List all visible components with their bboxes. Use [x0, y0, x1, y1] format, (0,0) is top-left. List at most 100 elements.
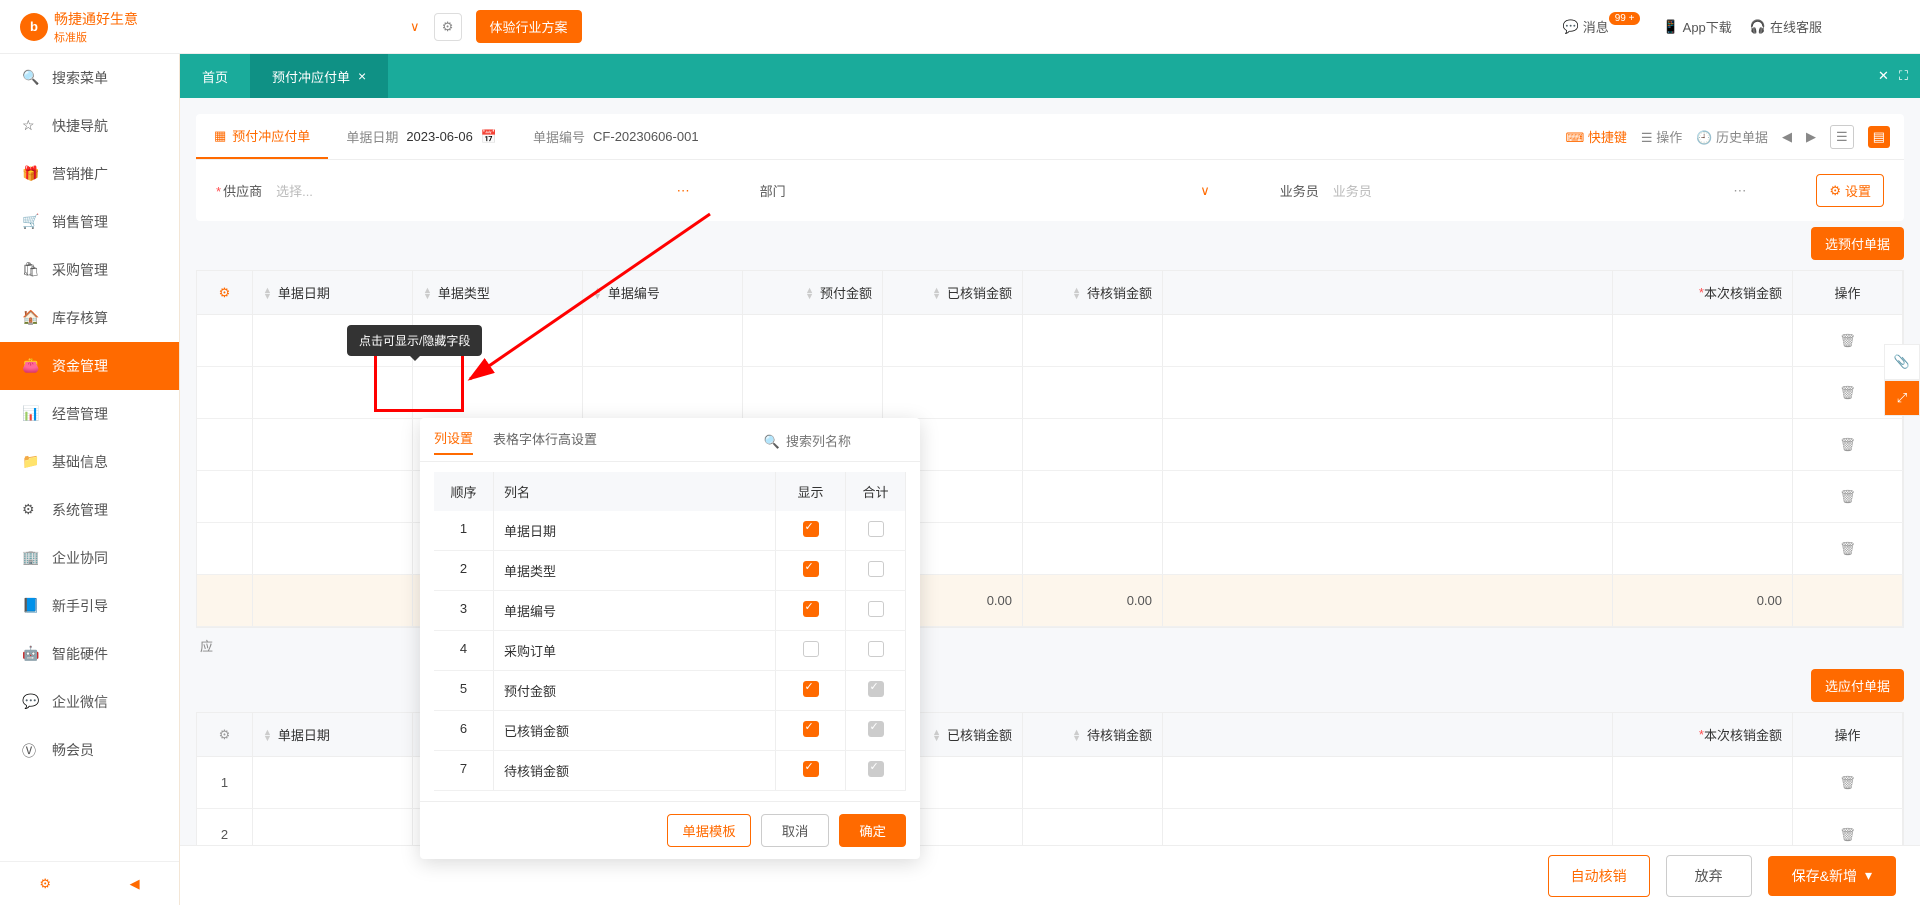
brand-sub: 标准版 [54, 29, 138, 45]
column-search-input[interactable] [786, 434, 906, 449]
sort-icon[interactable]: ▲▼ [263, 729, 272, 741]
show-checkbox[interactable] [803, 601, 819, 617]
view-detail-icon[interactable]: ▤ [1868, 126, 1890, 148]
sum-checkbox [868, 721, 884, 737]
sort-icon[interactable]: ▲▼ [805, 287, 814, 299]
sidebar-item-wechat[interactable]: 💬企业微信 [0, 678, 179, 726]
column-settings-button-2[interactable]: ⚙ [197, 713, 253, 756]
calendar-icon[interactable]: 📅 [481, 129, 497, 145]
sort-icon[interactable]: ▲▼ [1072, 729, 1081, 741]
sum-checkbox[interactable] [868, 601, 884, 617]
next-icon[interactable]: ▶ [1806, 129, 1816, 145]
sort-icon[interactable]: ▲▼ [932, 287, 941, 299]
sidebar-item-guide[interactable]: 📘新手引导 [0, 582, 179, 630]
delete-icon[interactable]: 🗑 [1839, 541, 1856, 557]
sidebar-item-sales[interactable]: 🛒销售管理 [0, 198, 179, 246]
sidebar-item-hardware[interactable]: 🤖智能硬件 [0, 630, 179, 678]
tab-prepay-offset[interactable]: 预付冲应付单 × [250, 54, 388, 98]
sidebar-item-enterprise[interactable]: 🏢企业协同 [0, 534, 179, 582]
sidebar-item-basic[interactable]: 📁基础信息 [0, 438, 179, 486]
settings-bottom-icon[interactable]: ⚙ [39, 876, 51, 892]
ops-link[interactable]: ☰ 操作 [1641, 127, 1682, 146]
popup-row: 2单据类型 [434, 551, 906, 591]
sidebar-item-search[interactable]: 🔍搜索菜单 [0, 54, 179, 102]
building-icon: 🏢 [22, 549, 40, 567]
popup-row: 4采购订单 [434, 631, 906, 671]
cancel-button[interactable]: 取消 [761, 814, 830, 847]
sort-icon[interactable]: ▲▼ [1072, 287, 1081, 299]
popup-tab-font[interactable]: 表格字体行高设置 [493, 429, 597, 454]
org-dropdown[interactable]: ∨ [230, 19, 420, 35]
sidebar-item-quicknav[interactable]: ☆快捷导航 [0, 102, 179, 150]
table-row[interactable]: 🗑 [197, 367, 1903, 419]
emp-more-icon[interactable]: ⋯ [1733, 183, 1746, 199]
history-link[interactable]: 🕘 历史单据 [1696, 127, 1768, 146]
expand-icon: ⤢ [1897, 390, 1907, 406]
sort-icon[interactable]: ▲▼ [932, 729, 941, 741]
app-download-link[interactable]: 📱 App下载 [1662, 17, 1731, 36]
message-badge: 99 + [1609, 12, 1641, 25]
form-settings-button[interactable]: ⚙ 设置 [1816, 174, 1884, 207]
headset-icon: 🎧 [1750, 19, 1766, 35]
sidebar-item-funds[interactable]: 👛资金管理 [0, 342, 179, 390]
popup-tab-columns[interactable]: 列设置 [434, 428, 473, 455]
sidebar-item-operation[interactable]: 📊经营管理 [0, 390, 179, 438]
dept-dropdown-icon[interactable]: ∨ [1200, 183, 1210, 199]
select-prepay-button[interactable]: 选预付单据 [1811, 227, 1904, 260]
gear-icon: ⚙ [1829, 183, 1841, 199]
select-payable-button[interactable]: 选应付单据 [1811, 669, 1904, 702]
tab-home[interactable]: 首页 [180, 54, 250, 98]
experience-button[interactable]: 体验行业方案 [476, 10, 582, 43]
delete-icon[interactable]: 🗑 [1839, 333, 1856, 349]
messages-link[interactable]: 💬 消息 99 + [1563, 17, 1645, 36]
sum-checkbox[interactable] [868, 561, 884, 577]
supplier-input[interactable]: 选择... [276, 181, 667, 200]
delete-icon[interactable]: 🗑 [1839, 385, 1856, 401]
ok-button[interactable]: 确定 [839, 814, 906, 847]
tab-close-all-icon[interactable]: ✕ [1878, 68, 1889, 84]
search-icon: 🔍 [764, 434, 780, 450]
sidebar-item-inventory[interactable]: 🏠库存核算 [0, 294, 179, 342]
message-icon: 💬 [1563, 19, 1579, 35]
sort-icon[interactable]: ▲▼ [263, 287, 272, 299]
doc-type-tab[interactable]: ▦ 预付冲应付单 [196, 114, 328, 159]
view-list-icon[interactable]: ☰ [1830, 125, 1854, 149]
doc-date[interactable]: 2023-06-06 [406, 129, 473, 144]
expand-tab[interactable]: ⤢ [1884, 380, 1920, 416]
tab-expand-icon[interactable]: ⛶ [1899, 68, 1908, 84]
sidebar-item-marketing[interactable]: 🎁营销推广 [0, 150, 179, 198]
column-settings-button[interactable]: ⚙ [197, 271, 253, 314]
show-checkbox[interactable] [803, 681, 819, 697]
delete-icon[interactable]: 🗑 [1839, 437, 1856, 453]
customer-service-link[interactable]: 🎧 在线客服 [1750, 17, 1822, 36]
show-checkbox[interactable] [803, 721, 819, 737]
sidebar-item-system[interactable]: ⚙系统管理 [0, 486, 179, 534]
show-checkbox[interactable] [803, 761, 819, 777]
sum-checkbox[interactable] [868, 641, 884, 657]
show-checkbox[interactable] [803, 521, 819, 537]
prev-icon[interactable]: ◀ [1782, 129, 1792, 145]
emp-input[interactable]: 业务员 [1333, 181, 1724, 200]
sort-icon[interactable]: ▲▼ [593, 287, 602, 299]
gear-icon: ⚙ [22, 501, 40, 519]
template-button[interactable]: 单据模板 [667, 814, 750, 847]
collapse-icon[interactable]: ◀ [130, 876, 140, 892]
save-new-button[interactable]: 保存&新增 ▾ [1768, 856, 1896, 896]
attachment-tab[interactable]: 📎 [1884, 344, 1920, 380]
settings-icon-btn[interactable]: ⚙ [434, 13, 462, 41]
sidebar-item-member[interactable]: Ⓥ畅会员 [0, 726, 179, 774]
discard-button[interactable]: 放弃 [1666, 855, 1752, 897]
show-checkbox[interactable] [803, 561, 819, 577]
sort-icon[interactable]: ▲▼ [423, 287, 432, 299]
delete-icon[interactable]: 🗑 [1839, 489, 1856, 505]
shortcut-link[interactable]: ⌨ 快捷键 [1566, 127, 1627, 146]
close-icon[interactable]: × [358, 68, 366, 84]
auto-verify-button[interactable]: 自动核销 [1548, 855, 1650, 897]
delete-icon[interactable]: 🗑 [1839, 827, 1856, 843]
sidebar-item-purchase[interactable]: 🛍采购管理 [0, 246, 179, 294]
show-checkbox[interactable] [803, 641, 819, 657]
right-float-tabs: 📎 ⤢ [1884, 344, 1920, 416]
sum-checkbox[interactable] [868, 521, 884, 537]
supplier-more-icon[interactable]: ⋯ [677, 183, 690, 199]
delete-icon[interactable]: 🗑 [1839, 775, 1856, 791]
